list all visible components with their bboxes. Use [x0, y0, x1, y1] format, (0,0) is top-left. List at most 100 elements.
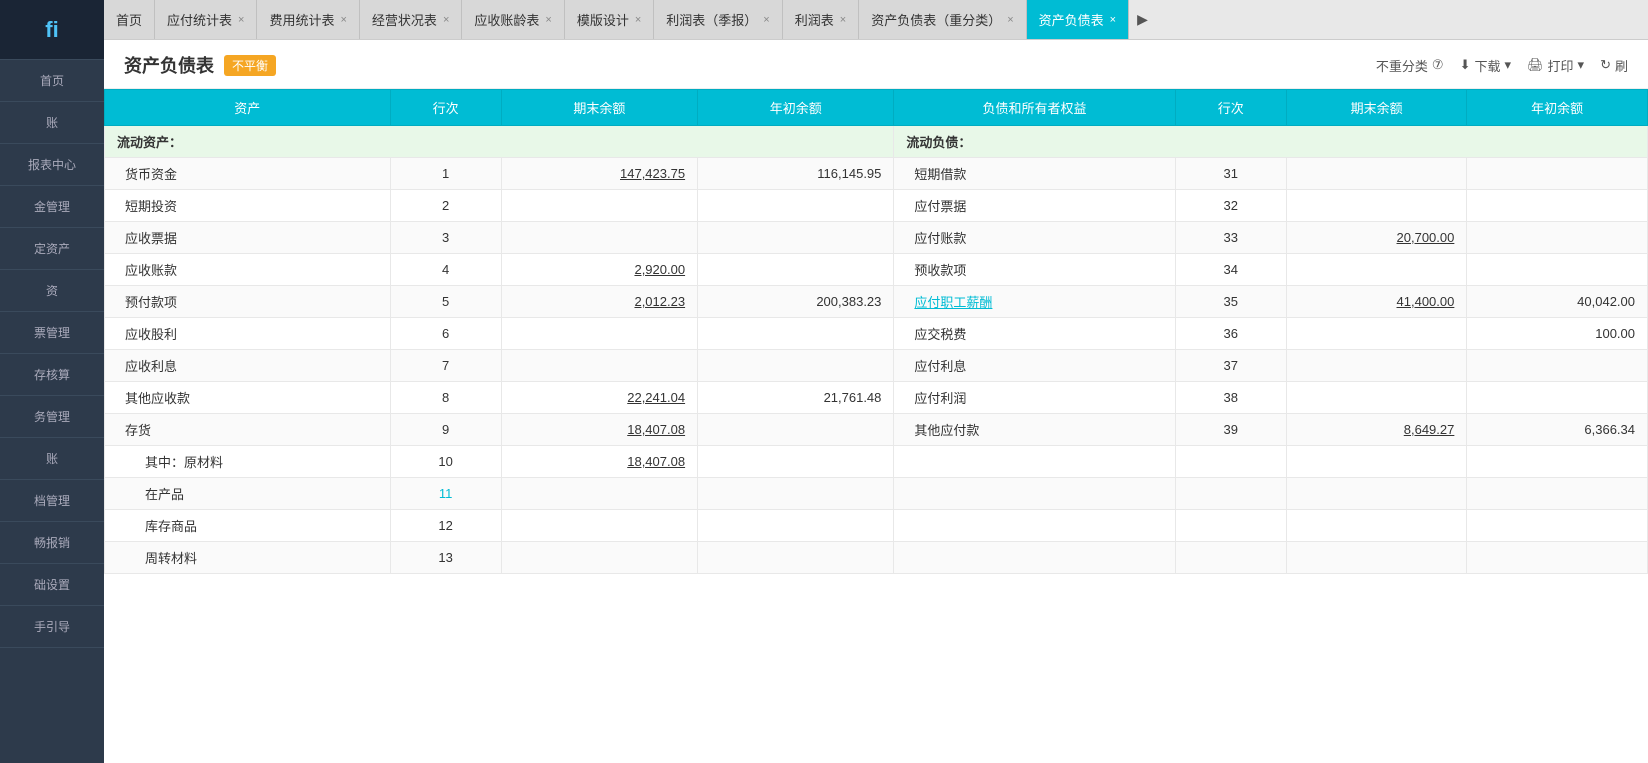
begin-balance-r [1467, 222, 1648, 254]
sidebar-item-report-center[interactable]: 报表中心 [0, 144, 104, 186]
sidebar-item-settings[interactable]: 础设置 [0, 564, 104, 606]
row-num-r: 32 [1175, 190, 1286, 222]
sidebar-item-fixed-assets[interactable]: 定资产 [0, 228, 104, 270]
report-actions: 不重分类 ⑦ ⬇ 下载 ▾ 🖨 打印 ▾ ↻ 刷 [1376, 56, 1628, 75]
table-row: 货币资金 1 147,423.75 116,145.95 短期借款 31 [105, 158, 1648, 190]
tab-receivable-aging-close[interactable]: × [545, 14, 551, 26]
liability-name: 其他应付款 [894, 414, 1175, 446]
begin-balance-l [698, 446, 894, 478]
classify-toggle[interactable]: 不重分类 ⑦ [1376, 56, 1444, 75]
tab-receivable-aging[interactable]: 应收账龄表 × [462, 0, 564, 40]
row-num-r: 39 [1175, 414, 1286, 446]
classify-label: 不重分类 [1376, 56, 1428, 75]
row-num-l: 3 [390, 222, 501, 254]
table-row: 应收利息 7 应付利息 37 [105, 350, 1648, 382]
report-content: 资产负债表 不平衡 不重分类 ⑦ ⬇ 下载 ▾ 🖨 打印 ▾ [104, 40, 1648, 763]
begin-balance-r [1467, 478, 1648, 510]
row-num-r: 33 [1175, 222, 1286, 254]
tab-expense-stats-close[interactable]: × [340, 14, 346, 26]
refresh-button[interactable]: ↻ 刷 [1600, 56, 1628, 75]
tab-template-label: 模版设计 [577, 10, 629, 29]
sidebar-item-archive[interactable]: 档管理 [0, 480, 104, 522]
sidebar-item-account[interactable]: 账 [0, 102, 104, 144]
begin-balance-r [1467, 254, 1648, 286]
tab-payable-stats-close[interactable]: × [238, 14, 244, 26]
balance-sheet-table: 资产 行次 期末余额 年初余额 负债和所有者权益 行次 期末余额 年初余额 流动… [104, 89, 1648, 574]
liability-name: 应付利润 [894, 382, 1175, 414]
begin-balance-l: 200,383.23 [698, 286, 894, 318]
col-header-row-l: 行次 [390, 90, 501, 126]
tab-profit[interactable]: 利润表 × [783, 0, 859, 40]
sidebar-item-inventory[interactable]: 存核算 [0, 354, 104, 396]
tab-scroll-right[interactable]: ▶ [1129, 11, 1156, 28]
begin-balance-l [698, 510, 894, 542]
main-area: 首页 应付统计表 × 费用统计表 × 经营状况表 × 应收账龄表 × 模版设计 … [104, 0, 1648, 763]
table-row: 短期投资 2 应付票据 32 [105, 190, 1648, 222]
table-row: 应收票据 3 应付账款 33 20,700.00 [105, 222, 1648, 254]
tab-balance[interactable]: 资产负债表 × [1027, 0, 1129, 40]
liability-name: 应付账款 [894, 222, 1175, 254]
asset-name: 应收利息 [105, 350, 391, 382]
sidebar-item-ticket[interactable]: 票管理 [0, 312, 104, 354]
tab-profit-close[interactable]: × [840, 14, 846, 26]
asset-name: 库存商品 [105, 510, 391, 542]
row-num-l: 6 [390, 318, 501, 350]
sidebar-item-ledger[interactable]: 账 [0, 438, 104, 480]
col-header-asset: 资产 [105, 90, 391, 126]
end-balance-l[interactable]: 18,407.08 [501, 414, 697, 446]
end-balance-l[interactable]: 22,241.04 [501, 382, 697, 414]
asset-name: 应收股利 [105, 318, 391, 350]
tab-template[interactable]: 模版设计 × [565, 0, 654, 40]
tab-operations[interactable]: 经营状况表 × [360, 0, 462, 40]
end-balance-r [1286, 478, 1467, 510]
section-asset-label: 流动资产： [105, 126, 894, 158]
tab-profit-label: 利润表 [795, 10, 834, 29]
liability-name [894, 478, 1175, 510]
print-label: 打印 [1548, 56, 1574, 75]
begin-balance-l [698, 254, 894, 286]
end-balance-l[interactable]: 2,012.23 [501, 286, 697, 318]
sidebar-item-capital[interactable]: 资 [0, 270, 104, 312]
col-header-end-l: 期末余额 [501, 90, 697, 126]
tab-balance-close[interactable]: × [1110, 14, 1116, 26]
end-balance-l[interactable]: 147,423.75 [501, 158, 697, 190]
end-balance-r [1286, 382, 1467, 414]
liability-name: 短期借款 [894, 158, 1175, 190]
sidebar-item-home[interactable]: 首页 [0, 60, 104, 102]
tab-operations-close[interactable]: × [443, 14, 449, 26]
tab-operations-label: 经营状况表 [372, 10, 437, 29]
tab-profit-quarterly-close[interactable]: × [763, 14, 769, 26]
print-button[interactable]: 🖨 打印 ▾ [1527, 56, 1584, 75]
end-balance-r [1286, 542, 1467, 574]
asset-name: 其他应收款 [105, 382, 391, 414]
sidebar-item-guide[interactable]: 手引导 [0, 606, 104, 648]
end-balance-r[interactable]: 8,649.27 [1286, 414, 1467, 446]
tab-balance-reclassified-close[interactable]: × [1007, 14, 1013, 26]
begin-balance-r [1467, 510, 1648, 542]
col-header-begin-l: 年初余额 [698, 90, 894, 126]
end-balance-l[interactable]: 18,407.08 [501, 446, 697, 478]
end-balance-r[interactable]: 20,700.00 [1286, 222, 1467, 254]
sidebar-item-expense[interactable]: 畅报销 [0, 522, 104, 564]
end-balance-r [1286, 254, 1467, 286]
end-balance-r[interactable]: 41,400.00 [1286, 286, 1467, 318]
begin-balance-r: 40,042.00 [1467, 286, 1648, 318]
begin-balance-r [1467, 350, 1648, 382]
tab-home[interactable]: 首页 [104, 0, 155, 40]
end-balance-l[interactable]: 2,920.00 [501, 254, 697, 286]
sidebar-item-fund[interactable]: 金管理 [0, 186, 104, 228]
tab-payable-stats[interactable]: 应付统计表 × [155, 0, 257, 40]
row-num-r: 31 [1175, 158, 1286, 190]
download-button[interactable]: ⬇ 下载 ▾ [1460, 56, 1511, 75]
help-icon[interactable]: ⑦ [1432, 57, 1444, 73]
row-num-r [1175, 446, 1286, 478]
tab-template-close[interactable]: × [635, 14, 641, 26]
table-row: 应收股利 6 应交税费 36 100.00 [105, 318, 1648, 350]
sidebar-item-affairs[interactable]: 务管理 [0, 396, 104, 438]
tab-balance-reclassified[interactable]: 资产负债表（重分类） × [859, 0, 1026, 40]
begin-balance-l: 116,145.95 [698, 158, 894, 190]
table-row: 预付款项 5 2,012.23 200,383.23 应付职工薪酬 35 41,… [105, 286, 1648, 318]
tab-expense-stats[interactable]: 费用统计表 × [257, 0, 359, 40]
tab-profit-quarterly[interactable]: 利润表（季报） × [654, 0, 782, 40]
row-num-r [1175, 510, 1286, 542]
